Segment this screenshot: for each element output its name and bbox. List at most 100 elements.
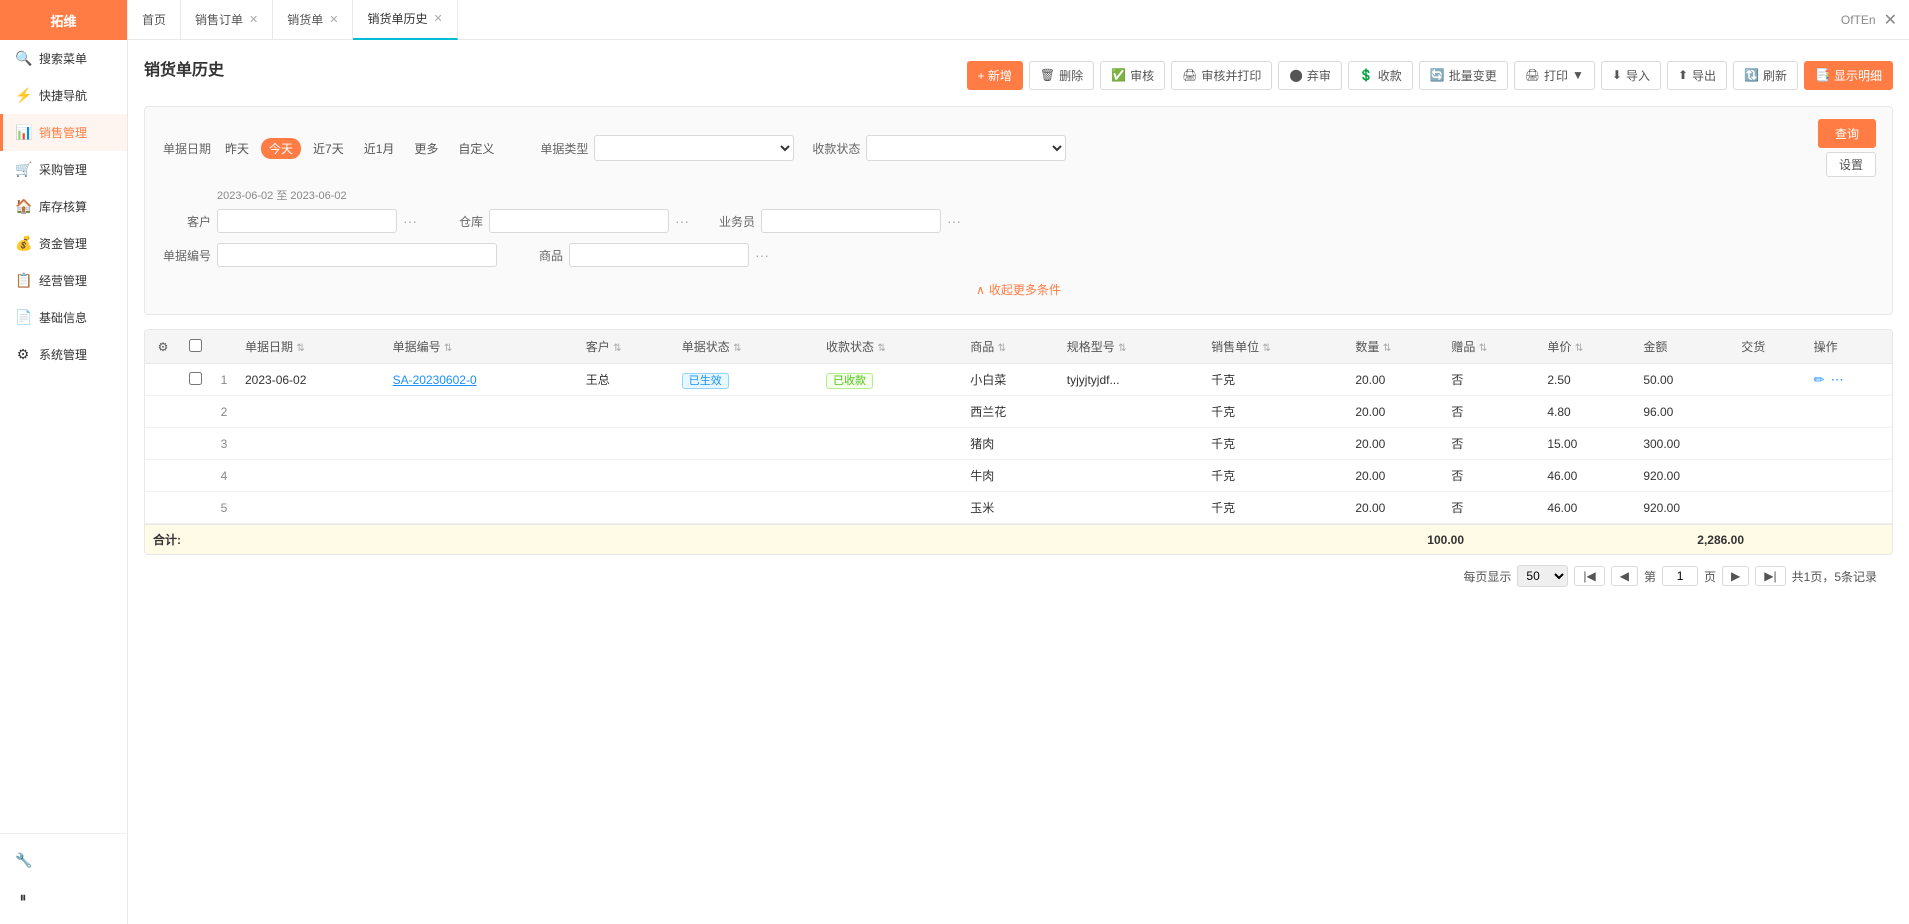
- sort-paymentstatus-icon[interactable]: ⇅: [877, 343, 885, 354]
- salesman-select-btn[interactable]: ···: [947, 213, 961, 229]
- audit-button[interactable]: ✅ 审核: [1100, 61, 1165, 90]
- docno-input[interactable]: [217, 243, 497, 267]
- date-tab-today[interactable]: 今天: [261, 138, 301, 159]
- page-prev-btn[interactable]: ◀: [1611, 566, 1638, 586]
- print-button[interactable]: 🖨 打印 ▼: [1514, 61, 1595, 90]
- warehouse-input[interactable]: [489, 209, 669, 233]
- export-button[interactable]: ⬆ 导出: [1667, 61, 1727, 90]
- tab-sales-order[interactable]: 销售订单 ✕: [181, 0, 273, 40]
- td-gear: [145, 428, 181, 460]
- sidebar-item-operations[interactable]: 📋 经营管理: [0, 262, 127, 299]
- sort-goods-icon[interactable]: ⇅: [998, 343, 1006, 354]
- sidebar-item-collapse[interactable]: ⏸: [0, 879, 127, 916]
- refresh-button[interactable]: 🔃 刷新: [1733, 61, 1798, 90]
- abandon-button[interactable]: ⬤ 弃审: [1278, 61, 1341, 90]
- tab-sales-goods[interactable]: 销货单 ✕: [273, 0, 353, 40]
- td-gear: [145, 396, 181, 428]
- sidebar-item-tools[interactable]: 🔧: [0, 842, 127, 879]
- sort-date-icon[interactable]: ⇅: [296, 343, 304, 354]
- sidebar-item-finance-mgmt[interactable]: 💰 资金管理: [0, 225, 127, 262]
- tab-sales-history[interactable]: 销货单历史 ✕: [353, 0, 457, 40]
- sort-qty-icon[interactable]: ⇅: [1383, 343, 1391, 354]
- sidebar-item-label: 销售管理: [39, 124, 87, 141]
- tab-sales-goods-label: 销货单: [287, 11, 323, 28]
- page-last-btn[interactable]: ▶|: [1755, 566, 1785, 586]
- sort-customer-icon[interactable]: ⇅: [613, 343, 621, 354]
- batch-change-button[interactable]: 🔄 批量变更: [1419, 61, 1508, 90]
- sidebar-item-purchase-mgmt[interactable]: 🛒 采购管理: [0, 151, 127, 188]
- sidebar-item-quick-nav[interactable]: ⚡ 快捷导航: [0, 77, 127, 114]
- show-detail-button[interactable]: 📑 显示明细: [1804, 61, 1893, 90]
- page-first-btn[interactable]: |◀: [1574, 566, 1604, 586]
- th-goods-label: 商品: [970, 340, 994, 354]
- new-button[interactable]: + 新增: [967, 61, 1023, 90]
- sidebar-item-sys-mgmt[interactable]: ⚙ 系统管理: [0, 336, 127, 373]
- td-goods: 牛肉: [964, 460, 1061, 492]
- footer-total-qty: 100.00: [1384, 533, 1464, 547]
- sort-docno-icon[interactable]: ⇅: [444, 343, 452, 354]
- tab-sales-history-close[interactable]: ✕: [434, 12, 443, 25]
- th-transaction: 交货: [1735, 330, 1807, 364]
- more-action-icon[interactable]: ⋯: [1831, 372, 1844, 388]
- date-tab-more[interactable]: 更多: [406, 138, 446, 159]
- sidebar-item-basic-info[interactable]: 📄 基础信息: [0, 299, 127, 336]
- page-next-btn[interactable]: ▶: [1722, 566, 1749, 586]
- sidebar-item-inventory[interactable]: 🏠 库存核算: [0, 188, 127, 225]
- sidebar-item-search-menu[interactable]: 🔍 搜索菜单: [0, 40, 127, 77]
- audit-print-button[interactable]: 🖨 审核并打印: [1171, 61, 1272, 90]
- sort-spec-icon[interactable]: ⇅: [1118, 343, 1126, 354]
- th-gear[interactable]: ⚙: [145, 330, 181, 364]
- doc-status-badge: 已生效: [682, 373, 729, 389]
- sort-docstatus-icon[interactable]: ⇅: [733, 343, 741, 354]
- td-actions: [1808, 396, 1892, 428]
- tab-sales-order-close[interactable]: ✕: [249, 13, 258, 26]
- td-docstatus: 已生效: [676, 364, 820, 396]
- sidebar-item-sales-mgmt[interactable]: 📊 销售管理: [0, 114, 127, 151]
- topbar-close-btn[interactable]: ✕: [1884, 10, 1897, 30]
- th-actions: 操作: [1808, 330, 1892, 364]
- sort-unitprice-icon[interactable]: ⇅: [1575, 343, 1583, 354]
- td-checkbox: [181, 396, 209, 428]
- tab-sales-goods-close[interactable]: ✕: [329, 13, 338, 26]
- sales-mgmt-icon: 📊: [15, 124, 31, 141]
- th-customer: 客户 ⇅: [580, 330, 676, 364]
- row-checkbox[interactable]: [189, 372, 202, 385]
- per-page-select[interactable]: 50 100 200: [1517, 565, 1568, 587]
- edit-action-icon[interactable]: ✏: [1814, 372, 1825, 388]
- th-docno: 单据编号 ⇅: [387, 330, 580, 364]
- tab-home[interactable]: 首页: [128, 0, 181, 40]
- delete-button[interactable]: 🗑 删除: [1029, 61, 1094, 90]
- docno-link[interactable]: SA-20230602-0: [393, 373, 477, 387]
- td-actions: [1808, 428, 1892, 460]
- query-button[interactable]: 查询: [1818, 119, 1876, 148]
- date-tab-yesterday[interactable]: 昨天: [217, 138, 257, 159]
- salesman-input[interactable]: [761, 209, 941, 233]
- doctype-select[interactable]: [594, 135, 794, 161]
- select-all-checkbox[interactable]: [189, 339, 202, 352]
- customer-input[interactable]: [217, 209, 397, 233]
- td-spec: tyjyjtyjdf...: [1061, 364, 1205, 396]
- date-tab-custom[interactable]: 自定义: [450, 138, 502, 159]
- goods-select-btn[interactable]: ···: [755, 247, 769, 263]
- payment-status-label: 收款状态: [810, 140, 860, 157]
- collect-button[interactable]: 💲 收款: [1348, 61, 1413, 90]
- collapse-button[interactable]: ∧ 收起更多条件: [161, 277, 1876, 302]
- warehouse-select-btn[interactable]: ···: [675, 213, 689, 229]
- setting-button[interactable]: 设置: [1826, 152, 1876, 177]
- date-tab-1month[interactable]: 近1月: [356, 138, 403, 159]
- td-docno: [387, 396, 580, 428]
- import-button[interactable]: ⬇ 导入: [1601, 61, 1661, 90]
- sort-unit-icon[interactable]: ⇅: [1262, 343, 1270, 354]
- goods-input[interactable]: [569, 243, 749, 267]
- filter-row-2: 客户 ··· 仓库 ··· 业务员 ···: [161, 209, 1876, 233]
- customer-select-btn[interactable]: ···: [403, 213, 417, 229]
- page-number-input[interactable]: [1662, 566, 1698, 586]
- td-unit: 千克: [1205, 460, 1349, 492]
- sort-gift-icon[interactable]: ⇅: [1479, 343, 1487, 354]
- payment-status-select[interactable]: [866, 135, 1066, 161]
- filter-item-warehouse: 仓库 ···: [433, 209, 689, 233]
- date-tab-7days[interactable]: 近7天: [305, 138, 352, 159]
- print-dropdown-icon: ▼: [1572, 68, 1584, 82]
- th-qty: 数量 ⇅: [1349, 330, 1445, 364]
- filter-row-1: 单据日期 昨天 今天 近7天 近1月 更多 自定义 单据类型: [161, 119, 1876, 177]
